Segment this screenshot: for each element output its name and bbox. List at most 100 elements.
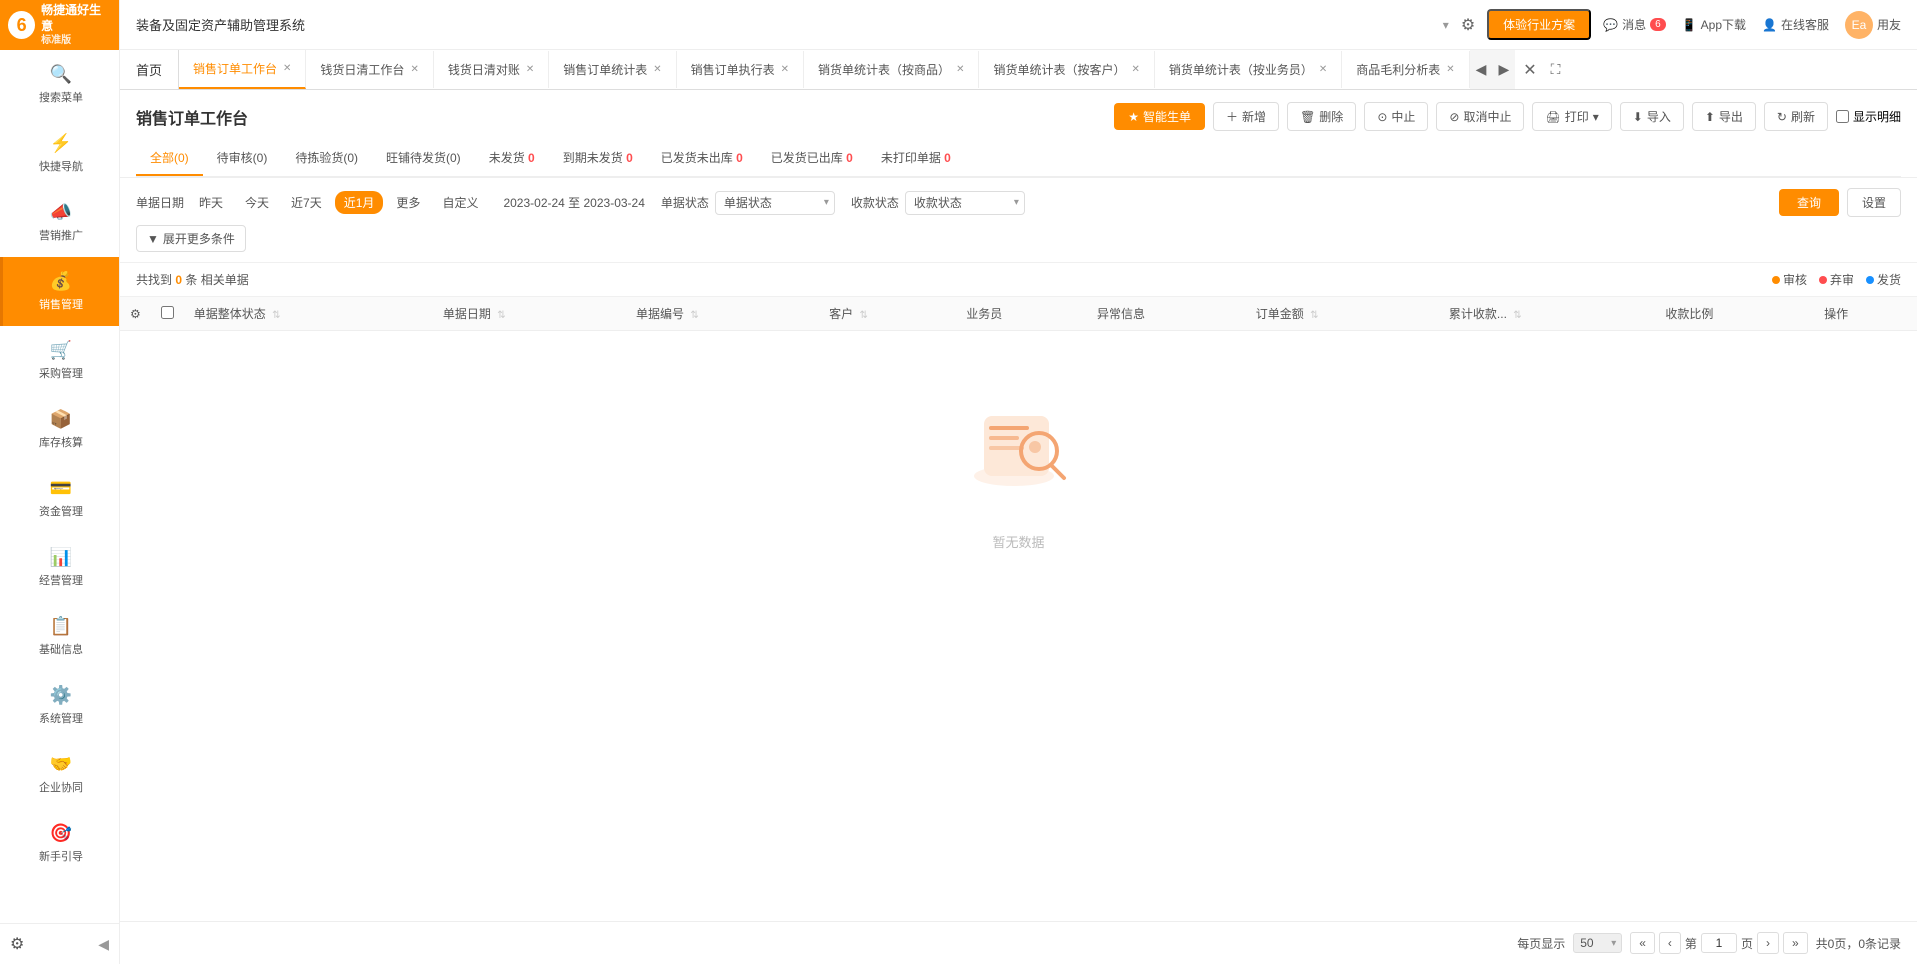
messages-btn[interactable]: 💬 消息 6 — [1603, 16, 1666, 33]
settings-config-icon[interactable]: ⚙ — [1461, 15, 1475, 35]
dropdown-arrow-icon[interactable]: ▾ — [1443, 18, 1449, 32]
per-page-select[interactable]: 50 100 200 — [1573, 933, 1622, 953]
sidebar-item-sales[interactable]: 💰 销售管理 — [0, 257, 119, 326]
collapse-icon[interactable]: ◀ — [98, 936, 109, 953]
user-label: 用友 — [1877, 16, 1901, 33]
sidebar-item-quick-nav[interactable]: ⚡ 快捷导航 — [0, 119, 119, 188]
tab-sales-stats[interactable]: 销售订单统计表 ✕ — [549, 51, 676, 88]
online-service-btn[interactable]: 👤 在线客服 — [1762, 16, 1829, 33]
export-icon: ⬆ — [1705, 110, 1715, 124]
status-select-wrapper: 单据状态 — [715, 191, 835, 215]
sidebar-item-search[interactable]: 🔍 搜索菜单 — [0, 50, 119, 119]
add-btn[interactable]: ＋ 新增 — [1213, 102, 1279, 131]
sub-tab-pending-check[interactable]: 待拣验货(0) — [281, 141, 372, 176]
sidebar: 6 畅捷通好生意 标准版 🔍 搜索菜单 ⚡ 快捷导航 📣 营销推广 💰 销售管理… — [0, 0, 120, 964]
refresh-btn[interactable]: ↻ 刷新 — [1764, 102, 1828, 131]
th-date: 单据日期 ⇅ — [433, 297, 626, 331]
expand-filter-row: ▼ 展开更多条件 — [136, 225, 1901, 252]
show-detail-label[interactable]: 显示明细 — [1836, 108, 1901, 125]
th-checkbox[interactable] — [151, 297, 184, 331]
tab-sales-order[interactable]: 销售订单工作台 ✕ — [179, 50, 306, 89]
tab-close-icon[interactable]: ✕ — [1319, 64, 1327, 75]
sidebar-item-marketing[interactable]: 📣 营销推广 — [0, 188, 119, 257]
sub-tab-all[interactable]: 全部(0) — [136, 141, 203, 176]
audit-action[interactable]: 审核 — [1772, 271, 1807, 288]
date-btn-more[interactable]: 更多 — [387, 191, 429, 214]
cancel-pause-btn[interactable]: ⊘ 取消中止 — [1436, 102, 1524, 131]
record-count: 0 — [175, 273, 182, 287]
industry-btn[interactable]: 体验行业方案 — [1487, 9, 1591, 40]
pause-btn[interactable]: ⊙ 中止 — [1364, 102, 1428, 131]
page-first-btn[interactable]: « — [1630, 932, 1655, 954]
filter-settings-btn[interactable]: 设置 — [1847, 188, 1901, 217]
tab-close-icon[interactable]: ✕ — [410, 64, 418, 75]
page-prev-btn[interactable]: ‹ — [1659, 932, 1681, 954]
sidebar-item-management[interactable]: 📊 经营管理 — [0, 533, 119, 602]
sidebar-item-purchase[interactable]: 🛒 采购管理 — [0, 326, 119, 395]
date-btn-1month[interactable]: 近1月 — [335, 191, 384, 214]
show-detail-checkbox[interactable] — [1836, 110, 1849, 123]
sidebar-item-system[interactable]: ⚙️ 系统管理 — [0, 671, 119, 740]
page-next-btn[interactable]: › — [1757, 932, 1779, 954]
page-last-btn[interactable]: » — [1783, 932, 1808, 954]
delete-btn[interactable]: 🗑 删除 — [1287, 102, 1356, 131]
tab-close-icon[interactable]: ✕ — [1446, 64, 1454, 75]
settings-icon[interactable]: ⚙ — [10, 934, 24, 954]
tab-close-icon[interactable]: ✕ — [653, 64, 661, 75]
top-header: 装备及固定资产辅助管理系统 ▾ ⚙ 体验行业方案 💬 消息 6 📱 App下载 … — [120, 0, 1917, 50]
tab-daily-reconcile[interactable]: 钱货日清对账 ✕ — [434, 51, 549, 88]
tab-daily-clear[interactable]: 钱货日清工作台 ✕ — [306, 51, 433, 88]
tabs-scroll-left[interactable]: ◀ — [1470, 50, 1493, 89]
sidebar-item-finance[interactable]: 💳 资金管理 — [0, 464, 119, 533]
date-btn-yesterday[interactable]: 昨天 — [190, 191, 232, 214]
th-settings[interactable]: ⚙ — [120, 297, 151, 331]
date-btn-7days[interactable]: 近7天 — [282, 191, 331, 214]
tab-label: 销货单统计表（按客户） — [993, 61, 1125, 78]
tab-shipment-customer[interactable]: 销货单统计表（按客户） ✕ — [979, 51, 1154, 88]
sub-tab-shipped-out[interactable]: 已发货已出库 0 — [757, 141, 867, 176]
close-all-tabs-btn[interactable]: ✕ — [1515, 50, 1544, 89]
sub-tab-shipped-not-out[interactable]: 已发货未出库 0 — [647, 141, 757, 176]
sub-tab-wangpu-ship[interactable]: 旺铺待发货(0) — [372, 141, 475, 176]
sub-tab-overdue-ship[interactable]: 到期未发货 0 — [549, 141, 647, 176]
sidebar-item-collab[interactable]: 🤝 企业协同 — [0, 740, 119, 809]
sidebar-item-inventory[interactable]: 📦 库存核算 — [0, 395, 119, 464]
tab-close-icon[interactable]: ✕ — [956, 64, 964, 75]
user-menu[interactable]: Ea 用友 — [1845, 11, 1901, 39]
th-staff: 业务员 — [956, 297, 1087, 331]
status-select[interactable]: 单据状态 — [715, 191, 835, 215]
page-input[interactable] — [1701, 933, 1737, 953]
tab-close-icon[interactable]: ✕ — [1131, 64, 1139, 75]
sub-tab-not-shipped[interactable]: 未发货 0 — [475, 141, 549, 176]
select-all-checkbox[interactable] — [161, 306, 174, 319]
sidebar-item-label: 采购管理 — [39, 365, 83, 381]
date-quick-btns: 昨天 今天 近7天 近1月 更多 自定义 — [190, 191, 487, 214]
tab-shipment-product[interactable]: 销货单统计表（按商品） ✕ — [804, 51, 979, 88]
tab-close-icon[interactable]: ✕ — [526, 64, 534, 75]
sidebar-item-guide[interactable]: 🎯 新手引导 — [0, 809, 119, 878]
tabs-scroll-right[interactable]: ▶ — [1492, 50, 1515, 89]
sidebar-item-basic-info[interactable]: 📋 基础信息 — [0, 602, 119, 671]
tab-close-icon[interactable]: ✕ — [283, 63, 291, 74]
import-btn[interactable]: ⬇ 导入 — [1620, 102, 1684, 131]
cancel-audit-action[interactable]: 弃审 — [1819, 271, 1854, 288]
print-btn[interactable]: 🖨 打印 ▾ — [1532, 102, 1611, 131]
date-btn-custom[interactable]: 自定义 — [433, 191, 487, 214]
tab-close-icon[interactable]: ✕ — [781, 64, 789, 75]
expand-filter-btn[interactable]: ▼ 展开更多条件 — [136, 225, 246, 252]
date-btn-today[interactable]: 今天 — [236, 191, 278, 214]
export-btn[interactable]: ⬆ 导出 — [1692, 102, 1756, 131]
plus-icon: ＋ — [1226, 108, 1238, 125]
query-btn[interactable]: 查询 — [1779, 189, 1839, 216]
smart-create-btn[interactable]: ★ 智能生单 — [1114, 103, 1205, 130]
tab-margin-analysis[interactable]: 商品毛利分析表 ✕ — [1342, 51, 1469, 88]
tab-home[interactable]: 首页 — [120, 50, 179, 89]
ship-action[interactable]: 发货 — [1866, 271, 1901, 288]
sub-tab-not-printed[interactable]: 未打印单据 0 — [867, 141, 965, 176]
expand-tabs-btn[interactable]: ⛶ — [1545, 50, 1567, 89]
sub-tab-pending-review[interactable]: 待审核(0) — [203, 141, 282, 176]
payment-select[interactable]: 收款状态 — [905, 191, 1025, 215]
tab-sales-exec[interactable]: 销售订单执行表 ✕ — [677, 51, 804, 88]
tab-shipment-staff[interactable]: 销货单统计表（按业务员） ✕ — [1155, 51, 1342, 88]
app-download-btn[interactable]: 📱 App下载 — [1682, 16, 1746, 33]
